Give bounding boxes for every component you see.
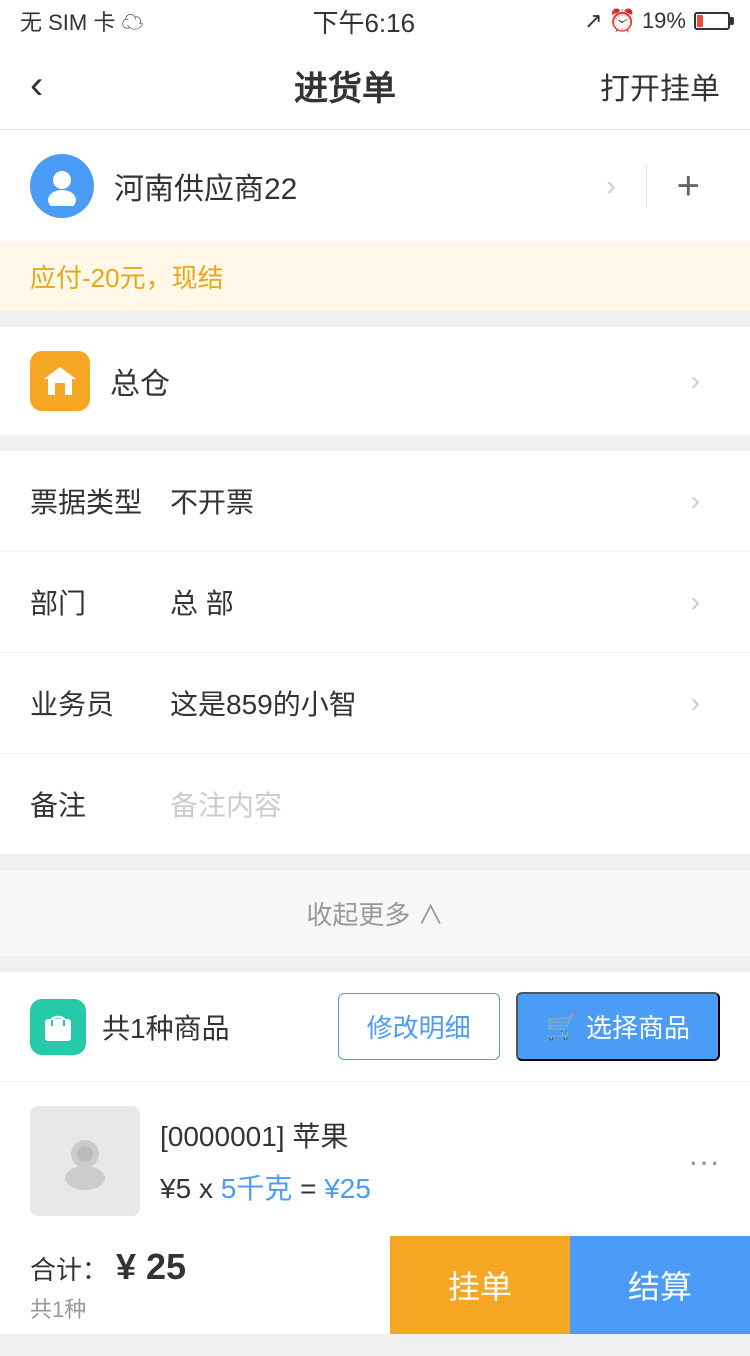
sim-status: 无 SIM 卡 ☁ [20,5,143,37]
warehouse-chevron-icon: › [691,365,700,397]
person-icon [42,166,82,206]
invoice-label: 票据类型 [30,481,150,521]
supplier-divider [646,164,647,208]
product-info: [0000001] 苹果 ¥5 x 5千克 = ¥25 [160,1115,668,1207]
warehouse-icon [30,351,90,411]
salesman-row[interactable]: 业务员 这是859的小智 › [0,653,750,754]
shopping-bag-icon [41,1010,75,1044]
department-chevron-icon: › [691,586,700,618]
battery-percent: 19% [642,8,686,34]
total-label: 合计： [30,1250,108,1287]
invoice-row[interactable]: 票据类型 不开票 › [0,451,750,552]
department-label: 部门 [30,582,150,622]
collapse-toggle[interactable]: 收起更多 ∧ [0,871,750,956]
warehouse-name: 总仓 [110,359,691,403]
alarm-icon: ⏰ [609,8,636,34]
product-title: 苹果 [292,1121,348,1152]
invoice-chevron-icon: › [691,485,700,517]
open-hold-button[interactable]: 打开挂单 [600,64,720,108]
department-row[interactable]: 部门 总 部 › [0,552,750,653]
product-code: [0000001] [160,1121,285,1152]
checkout-button[interactable]: 结算 [570,1236,750,1334]
select-product-button[interactable]: 🛒 选择商品 [516,992,720,1061]
hold-button[interactable]: 挂单 [390,1236,570,1334]
supplier-row[interactable]: 河南供应商22 › + [0,130,750,242]
location-icon: ↗ [584,8,602,34]
total-amount: ¥ 25 [116,1246,186,1288]
supplier-name: 河南供应商22 [114,164,606,208]
chevron-right-icon: › [606,170,615,202]
products-count: 共1种商品 [102,1007,338,1047]
footer-total-row: 合计： ¥ 25 [30,1246,360,1288]
remark-label: 备注 [30,784,150,824]
product-unit-price: ¥5 [160,1173,191,1204]
product-total: ¥25 [324,1173,371,1204]
product-multiply: x [199,1173,221,1204]
product-equals: = [300,1173,324,1204]
product-name: [0000001] 苹果 [160,1115,668,1155]
payment-hint: 应付-20元，现结 [0,242,750,311]
supplier-avatar [30,154,94,218]
department-value: 总 部 [150,582,691,622]
back-button[interactable]: ‹ [30,63,90,108]
products-icon [30,999,86,1055]
form-section: 票据类型 不开票 › 部门 总 部 › 业务员 这是859的小智 › 备注 备注… [0,451,750,855]
products-header: 共1种商品 修改明细 🛒 选择商品 [0,972,750,1081]
cart-icon: 🛒 [546,1011,578,1042]
remark-input[interactable]: 备注内容 [150,784,720,824]
edit-detail-button[interactable]: 修改明细 [338,993,500,1060]
total-sub: 共1种 [30,1292,360,1324]
remark-row[interactable]: 备注 备注内容 [0,754,750,855]
salesman-chevron-icon: › [691,687,700,719]
invoice-value: 不开票 [150,481,691,521]
status-bar: 无 SIM 卡 ☁ 下午6:16 ↗ ⏰ 19% [0,0,750,42]
product-thumbnail [30,1106,140,1216]
product-quantity: 5千克 [221,1173,293,1204]
warehouse-row[interactable]: 总仓 › [0,327,750,435]
product-item: [0000001] 苹果 ¥5 x 5千克 = ¥25 ··· [0,1081,750,1240]
product-more-button[interactable]: ··· [668,1143,720,1180]
content: 河南供应商22 › + 应付-20元，现结 总仓 › 票据类型 不开票 › 部门… [0,130,750,1356]
footer: 合计： ¥ 25 共1种 挂单 结算 [0,1236,750,1334]
add-supplier-button[interactable]: + [657,164,720,209]
salesman-value: 这是859的小智 [150,683,691,723]
battery-icon [694,12,730,30]
nav-bar: ‹ 进货单 打开挂单 [0,42,750,130]
nav-title: 进货单 [294,61,396,110]
supplier-section: 河南供应商22 › + 应付-20元，现结 [0,130,750,311]
status-bar-right: ↗ ⏰ 19% [584,8,730,34]
salesman-label: 业务员 [30,683,150,723]
house-icon [42,363,78,399]
products-section: 共1种商品 修改明细 🛒 选择商品 [0000001] 苹果 [0,972,750,1240]
product-price: ¥5 x 5千克 = ¥25 [160,1167,668,1207]
status-bar-time: 下午6:16 [312,3,415,40]
status-bar-left: 无 SIM 卡 ☁ [20,5,143,37]
product-thumb-icon [50,1126,120,1196]
footer-total: 合计： ¥ 25 共1种 [0,1236,390,1334]
select-product-label: 选择商品 [586,1008,690,1045]
